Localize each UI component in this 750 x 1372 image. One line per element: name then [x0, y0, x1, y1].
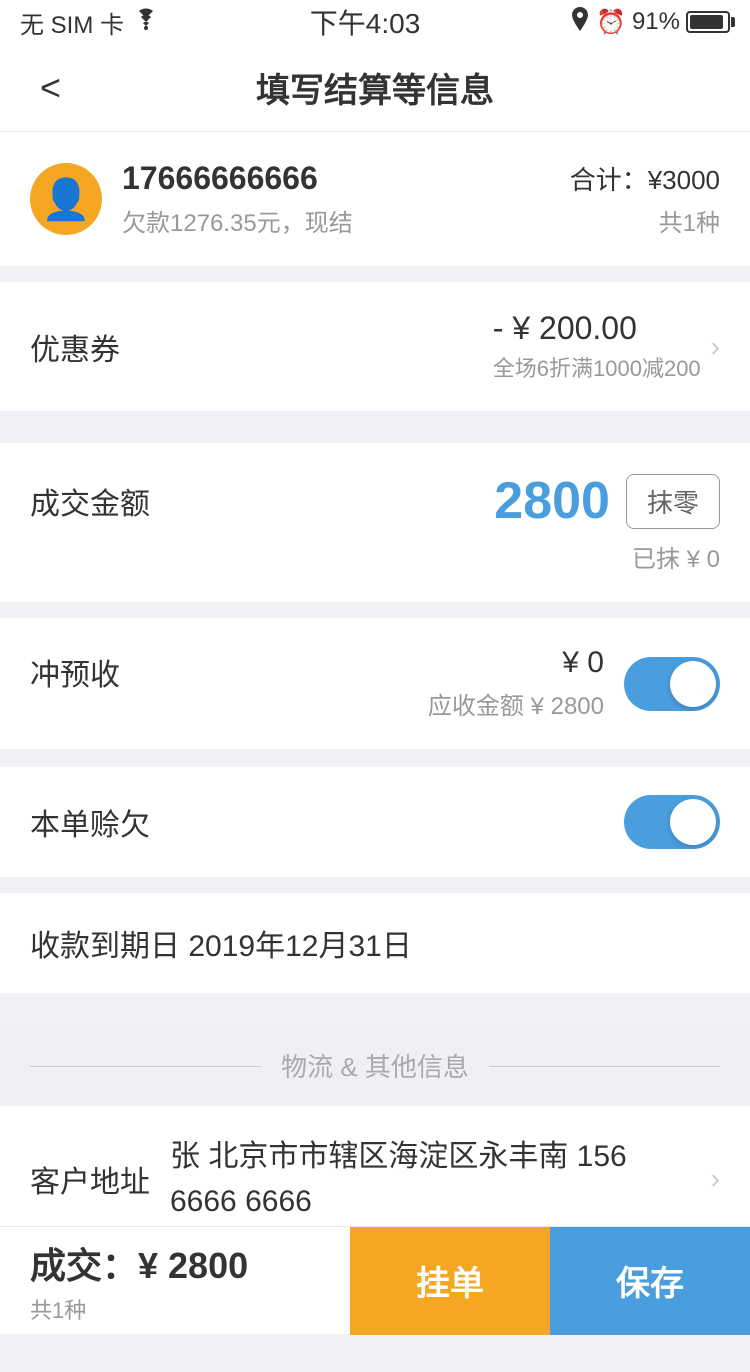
user-debt: 欠款1276.35元，现结	[122, 203, 353, 238]
section-divider-1	[0, 427, 750, 443]
section-divider-2	[0, 751, 750, 767]
status-right: ⏰ 91%	[570, 7, 730, 38]
bottom-deal-label: 成交：	[30, 1245, 138, 1286]
coupon-right: - ¥ 200.00 全场6折满1000减200 ›	[493, 310, 720, 383]
coupon-desc: 全场6折满1000减200	[493, 351, 701, 383]
user-icon: 👤	[41, 176, 91, 223]
total-amount: 合计：¥3000	[570, 160, 720, 197]
address-label: 客户地址	[30, 1157, 150, 1201]
debt-row: 本单赊欠	[0, 767, 750, 877]
logistics-title: 物流 & 其他信息	[261, 1047, 489, 1084]
amount-row: 成交金额 2800 抹零	[30, 471, 720, 531]
round-button[interactable]: 抹零	[626, 474, 720, 529]
avatar: 👤	[30, 163, 102, 235]
user-info: 17666666666 欠款1276.35元，现结	[122, 160, 353, 238]
user-total: 合计：¥3000 共1种	[570, 160, 720, 238]
page-title: 填写结算等信息	[256, 63, 494, 112]
amount-value: 2800	[494, 471, 610, 531]
prepay-amount: ¥ 0	[428, 646, 604, 680]
chevron-right-icon: ›	[711, 331, 720, 363]
amount-section: 成交金额 2800 抹零 已抹 ¥ 0	[0, 443, 750, 602]
bottom-deal-amount: 成交：¥ 2800	[30, 1237, 320, 1289]
prepay-info: ¥ 0 应收金额 ¥ 2800	[428, 646, 604, 721]
location-icon	[570, 7, 590, 38]
bottom-bar: 成交：¥ 2800 共1种 挂单 保存	[0, 1226, 750, 1334]
logistics-header: 物流 & 其他信息	[0, 1025, 750, 1106]
back-button[interactable]: <	[30, 57, 71, 119]
coupon-discount: - ¥ 200.00	[493, 310, 701, 347]
status-left: 无 SIM 卡	[20, 5, 160, 40]
debt-label: 本单赊欠	[30, 800, 150, 844]
debt-toggle[interactable]	[624, 795, 720, 849]
bottom-deal-value: ¥ 2800	[138, 1245, 248, 1286]
hang-button[interactable]: 挂单	[350, 1227, 550, 1335]
coupon-row[interactable]: 优惠券 - ¥ 200.00 全场6折满1000减200 ›	[0, 282, 750, 411]
status-bar: 无 SIM 卡 下午4:03 ⏰ 91%	[0, 0, 750, 44]
prepay-label: 冲预收	[30, 646, 120, 694]
nav-bar: < 填写结算等信息	[0, 44, 750, 132]
save-button[interactable]: 保存	[550, 1227, 750, 1335]
prepay-row: 冲预收 ¥ 0 应收金额 ¥ 2800	[0, 618, 750, 749]
prepay-toggle[interactable]	[624, 657, 720, 711]
amount-label: 成交金额	[30, 479, 150, 523]
status-time: 下午4:03	[310, 2, 421, 42]
coupon-label: 优惠券	[30, 325, 120, 369]
address-chevron-icon: ›	[711, 1163, 720, 1195]
total-count: 共1种	[570, 203, 720, 238]
wifi-icon	[132, 8, 160, 37]
main-content: 👤 17666666666 欠款1276.35元，现结 合计：¥3000 共1种…	[0, 132, 750, 1372]
due-date-row: 收款到期日 2019年12月31日	[0, 893, 750, 993]
user-card: 👤 17666666666 欠款1276.35元，现结 合计：¥3000 共1种	[0, 132, 750, 266]
prepay-right: ¥ 0 应收金额 ¥ 2800	[428, 646, 720, 721]
bottom-count: 共1种	[30, 1293, 320, 1325]
amount-right: 2800 抹零	[494, 471, 720, 531]
due-date-value: 2019年12月31日	[188, 930, 411, 963]
carrier-text: 无 SIM 卡	[20, 5, 124, 40]
bottom-summary: 成交：¥ 2800 共1种	[0, 1237, 350, 1325]
prepay-sub: 应收金额 ¥ 2800	[428, 686, 604, 721]
battery-icon	[686, 11, 730, 33]
debt-toggle-knob	[670, 799, 716, 845]
due-date-content: 收款到期日 2019年12月31日	[30, 921, 720, 965]
section-divider-3	[0, 1009, 750, 1025]
due-date-label: 收款到期日	[30, 930, 180, 963]
alarm-icon: ⏰	[596, 8, 626, 37]
user-phone: 17666666666	[122, 160, 353, 197]
amount-sub: 已抹 ¥ 0	[30, 539, 720, 574]
address-value: 张 北京市市辖区海淀区永丰南 156 6666 6666	[150, 1134, 711, 1224]
user-left: 👤 17666666666 欠款1276.35元，现结	[30, 160, 353, 238]
toggle-knob	[670, 661, 716, 707]
battery-text: 91%	[632, 8, 680, 36]
